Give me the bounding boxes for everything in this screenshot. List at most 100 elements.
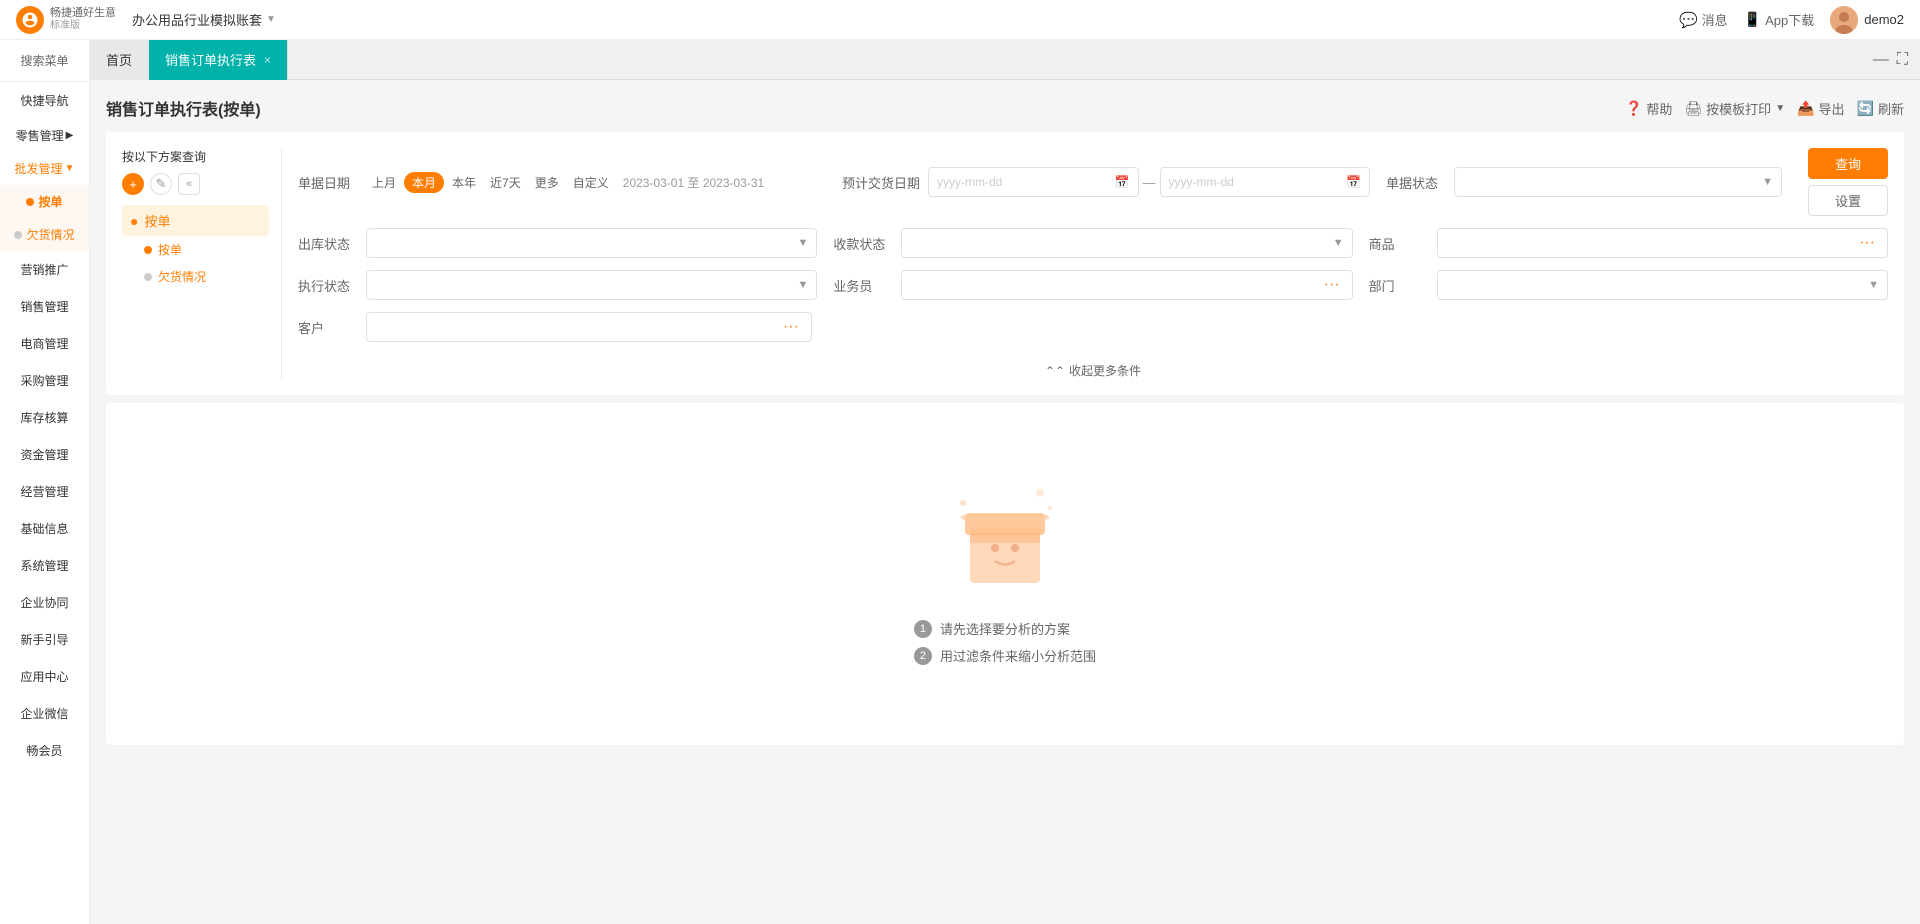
- hint-num-2: 2: [914, 647, 932, 665]
- scheme-item-按单[interactable]: ● 按单: [122, 205, 269, 236]
- sidebar-item-enterprise[interactable]: 企业协同: [0, 584, 89, 621]
- app-download-btn[interactable]: 📱 App下载: [1744, 10, 1815, 29]
- refresh-btn[interactable]: 🔄 刷新: [1857, 99, 1904, 118]
- refresh-icon: 🔄: [1857, 100, 1874, 117]
- print-btn[interactable]: 🖨 按模板打印 ▼: [1684, 99, 1785, 118]
- help-btn[interactable]: ❓ 帮助: [1625, 99, 1672, 118]
- top-bar-left: 畅捷通好生意 标准版 办公用品行业模拟账套 ▼: [16, 6, 284, 34]
- tab-sales-exec[interactable]: 销售订单执行表 ×: [149, 40, 288, 80]
- sidebar-item-retail[interactable]: 零售管理 ▶: [0, 119, 89, 152]
- calendar-icon2: 📅: [1346, 175, 1361, 189]
- username-label: demo2: [1864, 12, 1904, 27]
- date-tab-自定义[interactable]: 自定义: [567, 172, 615, 193]
- add-scheme-btn[interactable]: +: [122, 173, 144, 195]
- top-bar-right: 💬 消息 📱 App下载 demo2: [1679, 6, 1904, 34]
- expected-date-label: 预计交货日期: [842, 173, 920, 192]
- settings-btn[interactable]: 设置: [1808, 185, 1888, 216]
- scheme-title: 按以下方案查询: [122, 148, 269, 165]
- scheme-sub-按单[interactable]: 按单: [122, 236, 269, 263]
- sidebar-item-ecommerce[interactable]: 电商管理: [0, 325, 89, 362]
- collapse-scheme-btn[interactable]: «: [178, 173, 200, 195]
- filter-row-3: 执行状态 ▼ 业务员 ···: [298, 270, 1888, 300]
- content-area: 首页 销售订单执行表 × — ⛶ 销售订单执行表(按单) ❓ 帮助: [90, 40, 1920, 924]
- goods-label: 商品: [1369, 234, 1429, 253]
- salesperson-label: 业务员: [833, 276, 893, 295]
- sidebar-sub-item-debt[interactable]: 欠货情况: [0, 218, 89, 251]
- filter-row-4: 客户 ···: [298, 312, 1888, 342]
- filter-row-2: 出库状态 ▼ 收款状态 ▼: [298, 228, 1888, 258]
- filter-status-field: 单据状态 ▼: [1386, 167, 1782, 197]
- customer-select[interactable]: ···: [366, 312, 812, 342]
- sub-dot-icon: [144, 246, 152, 254]
- search-action-col: 查询 设置: [1798, 148, 1888, 216]
- salesperson-select[interactable]: ···: [901, 270, 1352, 300]
- export-btn[interactable]: 📤 导出: [1797, 99, 1844, 118]
- sidebar-item-inventory[interactable]: 库存核算: [0, 399, 89, 436]
- scheme-sub-欠货情况[interactable]: 欠货情况: [122, 263, 269, 290]
- query-btn[interactable]: 查询: [1808, 148, 1888, 179]
- filter-dept-field: 部门 ▼: [1369, 270, 1888, 300]
- status-select[interactable]: ▼: [1454, 167, 1782, 197]
- date-tab-近7天[interactable]: 近7天: [484, 172, 527, 193]
- system-selector[interactable]: 办公用品行业模拟账套 ▼: [124, 6, 284, 33]
- dept-select[interactable]: ▼: [1437, 270, 1888, 300]
- empty-state: 1 请先选择要分析的方案 2 用过滤条件来缩小分析范围: [106, 403, 1904, 745]
- tab-close-btn[interactable]: ×: [264, 53, 271, 67]
- maximize-icon[interactable]: ⛶: [1897, 51, 1908, 69]
- expected-date-end[interactable]: yyyy-mm-dd 📅: [1160, 167, 1371, 197]
- date-tab-更多[interactable]: 更多: [529, 172, 565, 193]
- message-btn[interactable]: 💬 消息: [1679, 10, 1728, 29]
- sidebar-item-system[interactable]: 系统管理: [0, 547, 89, 584]
- inactive-indicator: [14, 231, 22, 239]
- sidebar-sub-item-order[interactable]: 按单: [0, 185, 89, 218]
- sidebar-item-corpwechat[interactable]: 企业微信: [0, 695, 89, 732]
- date-tab-本年[interactable]: 本年: [446, 172, 482, 193]
- sidebar-item-basic[interactable]: 基础信息: [0, 510, 89, 547]
- filter-receipt-field: 收款状态 ▼: [833, 228, 1352, 258]
- sidebar-item-wholesale[interactable]: 批发管理 ▼: [0, 152, 89, 185]
- sidebar-item-purchase[interactable]: 采购管理: [0, 362, 89, 399]
- sidebar-item-newuser[interactable]: 新手引导: [0, 621, 89, 658]
- salesperson-more-icon[interactable]: ···: [1320, 276, 1344, 294]
- top-bar: 畅捷通好生意 标准版 办公用品行业模拟账套 ▼ 💬 消息 📱 App下载: [0, 0, 1920, 40]
- date-tab-本月[interactable]: 本月: [404, 172, 444, 193]
- date-tabs: 上月 本月 本年 近7天 更多 自定义: [366, 172, 615, 193]
- sidebar-search-section: 搜索菜单: [0, 40, 89, 82]
- sidebar-item-sales[interactable]: 销售管理: [0, 288, 89, 325]
- goods-more-icon[interactable]: ···: [1855, 234, 1879, 252]
- date-label: 单据日期: [298, 173, 358, 192]
- tab-bar-actions: — ⛶: [1873, 51, 1920, 69]
- collapse-more-btn[interactable]: ⌃⌃ 收起更多条件: [298, 354, 1888, 379]
- filter-expected-date-field: 预计交货日期 yyyy-mm-dd 📅 — yyyy-mm-dd: [842, 167, 1370, 197]
- customer-label: 客户: [298, 318, 358, 337]
- page-header: 销售订单执行表(按单) ❓ 帮助 🖨 按模板打印 ▼ 📤 导出: [106, 96, 1904, 120]
- search-menu-btn[interactable]: 搜索菜单: [8, 48, 81, 73]
- tab-home[interactable]: 首页: [90, 40, 149, 80]
- print-icon: 🖨: [1684, 100, 1702, 117]
- warehouse-select[interactable]: ▼: [366, 228, 817, 258]
- sidebar-item-membership[interactable]: 畅会员: [0, 732, 89, 769]
- page-actions: ❓ 帮助 🖨 按模板打印 ▼ 📤 导出 🔄 刷新: [1625, 99, 1904, 118]
- sidebar-item-appcenter[interactable]: 应用中心: [0, 658, 89, 695]
- user-area[interactable]: demo2: [1830, 6, 1904, 34]
- exec-select[interactable]: ▼: [366, 270, 817, 300]
- date-tab-上月[interactable]: 上月: [366, 172, 402, 193]
- chevron-right-icon: ▶: [66, 130, 74, 141]
- edit-scheme-btn[interactable]: ✎: [150, 173, 172, 195]
- scheme-actions: + ✎ «: [122, 173, 269, 195]
- sidebar-item-operation[interactable]: 经营管理: [0, 473, 89, 510]
- receipt-select[interactable]: ▼: [901, 228, 1352, 258]
- page-content: 销售订单执行表(按单) ❓ 帮助 🖨 按模板打印 ▼ 📤 导出: [90, 80, 1920, 924]
- filter-row-1: 单据日期 上月 本月 本年 近7天 更多 自定义: [298, 148, 1888, 216]
- customer-more-icon[interactable]: ···: [779, 318, 803, 336]
- help-icon: ❓: [1625, 100, 1642, 117]
- expected-date-start[interactable]: yyyy-mm-dd 📅: [928, 167, 1139, 197]
- sidebar-item-finance[interactable]: 资金管理: [0, 436, 89, 473]
- filter-panel: 按以下方案查询 + ✎ « ● 按单: [106, 132, 1904, 395]
- sidebar-item-quick-nav[interactable]: 快捷导航: [0, 82, 89, 119]
- goods-select[interactable]: ···: [1437, 228, 1888, 258]
- sidebar-item-marketing[interactable]: 营销推广: [0, 251, 89, 288]
- filter-customer-field: 客户 ···: [298, 312, 812, 342]
- minimize-icon[interactable]: —: [1873, 51, 1889, 69]
- sidebar: 搜索菜单 快捷导航 零售管理 ▶ 批发管理 ▼ 按单 欠货情况: [0, 40, 90, 924]
